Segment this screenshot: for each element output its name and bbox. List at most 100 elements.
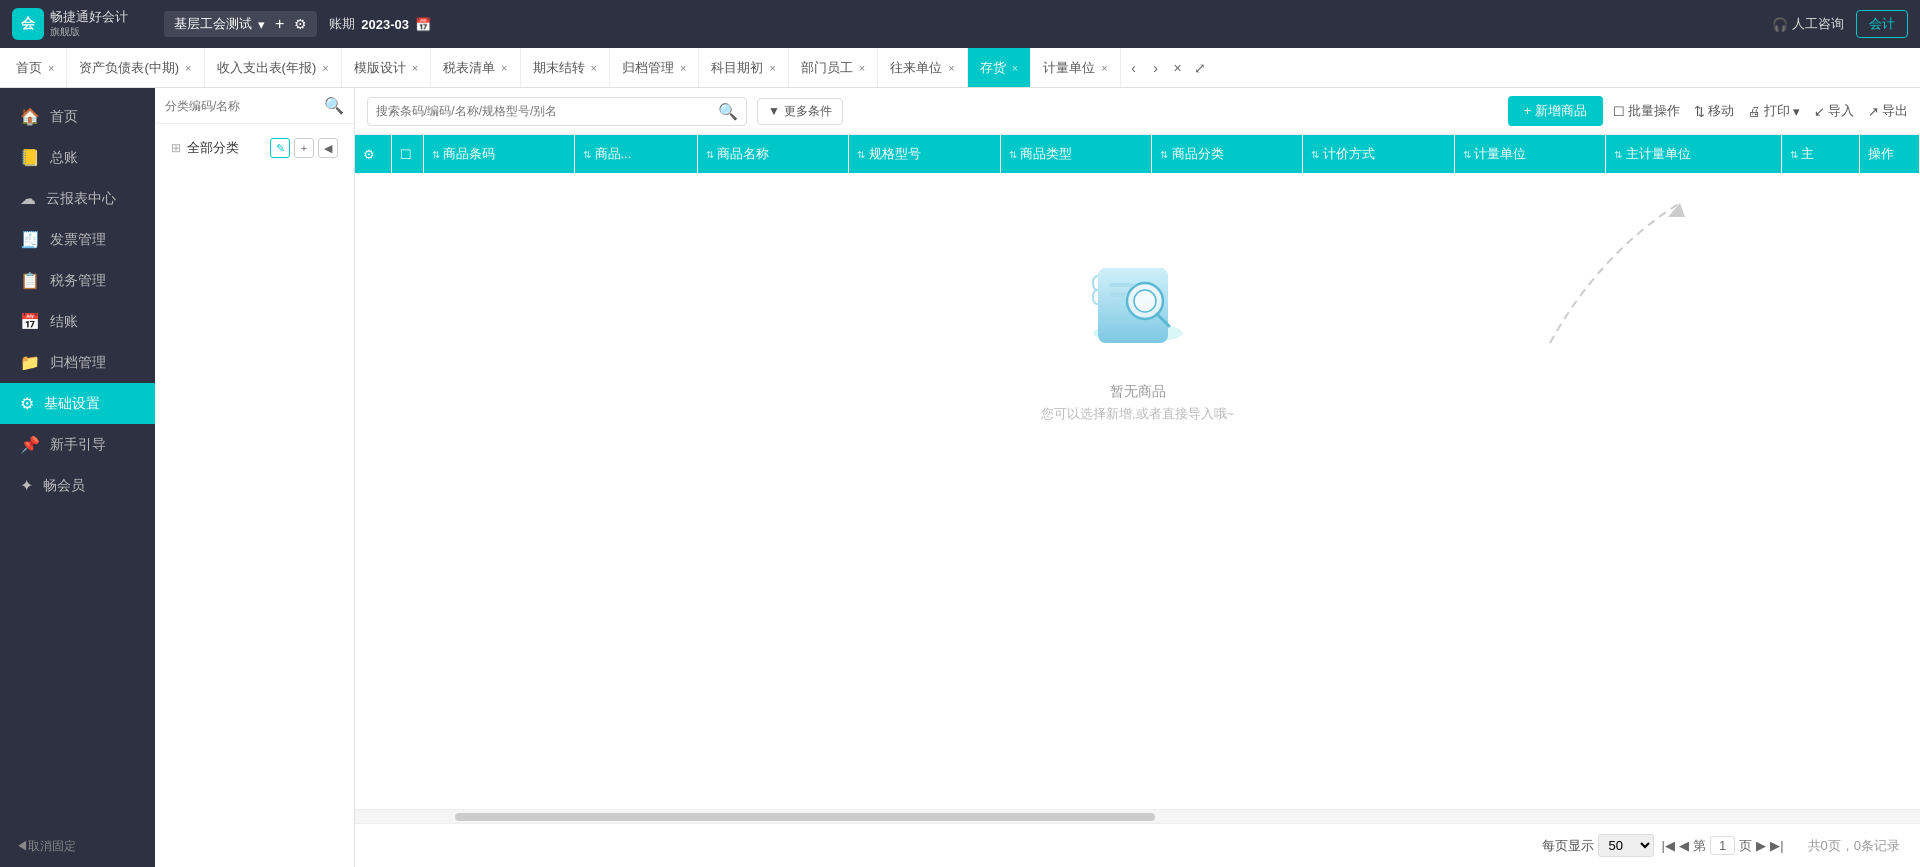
sidebar-item-archive[interactable]: 📁 归档管理 — [0, 342, 155, 383]
tab-balance[interactable]: 资产负债表(中期) × — [67, 48, 204, 88]
expand-icon[interactable]: ⤢ — [1189, 57, 1211, 79]
sidebar-item-invoice[interactable]: 🧾 发票管理 — [0, 219, 155, 260]
filter-button[interactable]: ▼ 更多条件 — [757, 98, 843, 125]
dropdown-icon: ▾ — [258, 17, 265, 32]
app-sub: 旗舰版 — [50, 25, 128, 39]
th-checkbox[interactable]: ☐ — [391, 135, 423, 173]
sidebar-ledger-label: 总账 — [50, 149, 78, 167]
cloud-icon: ☁ — [20, 189, 36, 208]
account-button[interactable]: 会计 — [1856, 10, 1908, 38]
tab-income[interactable]: 收入支出表(年报) × — [205, 48, 342, 88]
tab-balance-close[interactable]: × — [185, 62, 191, 74]
print-dropdown-icon: ▾ — [1793, 104, 1800, 119]
tab-inventory-close[interactable]: × — [1012, 62, 1018, 74]
home-icon: 🏠 — [20, 107, 40, 126]
tab-tax-label: 税表清单 — [443, 59, 495, 77]
current-page-input[interactable]: 1 — [1710, 836, 1735, 855]
category-search-input[interactable] — [165, 99, 318, 113]
filter-label: 更多条件 — [784, 103, 832, 120]
pagination: 每页显示 10 20 50 100 |◀ ◀ 第 1 页 — [355, 823, 1920, 867]
empty-image-svg — [1073, 233, 1203, 363]
page-navigation: |◀ ◀ 第 1 页 ▶ ▶| — [1662, 836, 1784, 855]
move-button[interactable]: ⇅ 移动 — [1694, 102, 1734, 120]
settings-icon[interactable]: ⚙ — [294, 16, 307, 32]
export-label: 导出 — [1882, 102, 1908, 120]
horizontal-scrollbar[interactable] — [355, 809, 1920, 823]
tab-archive[interactable]: 归档管理 × — [610, 48, 699, 88]
tab-inventory[interactable]: 存货 × — [968, 48, 1031, 88]
last-page-button[interactable]: ▶| — [1770, 838, 1783, 853]
product-search-input[interactable] — [376, 104, 712, 118]
tab-income-close[interactable]: × — [322, 62, 328, 74]
tab-subject[interactable]: 科目期初 × — [699, 48, 788, 88]
tab-unit-close[interactable]: × — [1101, 62, 1107, 74]
add-icon[interactable]: + — [275, 15, 284, 33]
tab-period[interactable]: 期末结转 × — [521, 48, 610, 88]
tab-archive-close[interactable]: × — [680, 62, 686, 74]
tab-partner-close[interactable]: × — [948, 62, 954, 74]
archive-icon: 📁 — [20, 353, 40, 372]
company-tab[interactable]: 基层工会测试 ▾ + ⚙ — [164, 11, 317, 37]
total-records-label: 共0页，0条记录 — [1808, 837, 1900, 855]
tab-tax[interactable]: 税表清单 × — [431, 48, 520, 88]
sidebar-item-member[interactable]: ✦ 畅会员 — [0, 465, 155, 506]
tab-template[interactable]: 模版设计 × — [342, 48, 431, 88]
prev-page-button[interactable]: ◀ — [1679, 838, 1689, 853]
import-button[interactable]: ↙ 导入 — [1814, 102, 1854, 120]
tab-partner[interactable]: 往来单位 × — [878, 48, 967, 88]
print-icon: 🖨 — [1748, 104, 1761, 119]
edit-category-button[interactable]: ✎ — [270, 138, 290, 158]
new-product-button[interactable]: + 新增商品 — [1508, 96, 1603, 126]
calendar-icon[interactable]: 📅 — [415, 17, 431, 32]
per-page-label: 每页显示 — [1542, 837, 1594, 855]
sidebar-report-label: 云报表中心 — [46, 190, 116, 208]
sidebar-item-ledger[interactable]: 📒 总账 — [0, 137, 155, 178]
table-header-row: ⚙ ☐ ⇅ 商品条码 ⇅ 商品... ⇅ 商品名称 ⇅ 规格型号 ⇅ 商品类型 … — [355, 135, 1920, 173]
add-category-button[interactable]: + — [294, 138, 314, 158]
scrollbar-thumb[interactable] — [455, 813, 1155, 821]
tab-home-close[interactable]: × — [48, 62, 54, 74]
tab-template-close[interactable]: × — [412, 62, 418, 74]
sidebar-item-report[interactable]: ☁ 云报表中心 — [0, 178, 155, 219]
scroll-right-icon[interactable]: › — [1145, 57, 1167, 79]
tab-dept-close[interactable]: × — [859, 62, 865, 74]
search-icon[interactable]: 🔍 — [324, 96, 344, 115]
logo-icon: 会 — [12, 8, 44, 40]
tab-archive-label: 归档管理 — [622, 59, 674, 77]
tab-period-label: 期末结转 — [533, 59, 585, 77]
collapse-panel-button[interactable]: ◀ — [318, 138, 338, 158]
company-name: 基层工会测试 — [174, 15, 252, 33]
tab-unit[interactable]: 计量单位 × — [1031, 48, 1120, 88]
tab-balance-label: 资产负债表(中期) — [79, 59, 179, 77]
consult-button[interactable]: 🎧 人工咨询 — [1772, 15, 1844, 33]
sidebar-guide-label: 新手引导 — [50, 436, 106, 454]
first-page-button[interactable]: |◀ — [1662, 838, 1675, 853]
tab-dept[interactable]: 部门员工 × — [789, 48, 878, 88]
sidebar-item-close[interactable]: 📅 结账 — [0, 301, 155, 342]
per-page-dropdown[interactable]: 10 20 50 100 — [1598, 834, 1654, 857]
search-submit-icon[interactable]: 🔍 — [718, 102, 738, 121]
settings-icon: ⚙ — [20, 394, 34, 413]
scroll-left-icon[interactable]: ‹ — [1123, 57, 1145, 79]
print-button[interactable]: 🖨 打印 ▾ — [1748, 102, 1800, 120]
tab-period-close[interactable]: × — [591, 62, 597, 74]
batch-button[interactable]: ☐ 批量操作 — [1613, 102, 1680, 120]
sidebar-close-label: 结账 — [50, 313, 78, 331]
sidebar-item-tax[interactable]: 📋 税务管理 — [0, 260, 155, 301]
svg-rect-7 — [1109, 283, 1134, 287]
export-button[interactable]: ↗ 导出 — [1868, 102, 1908, 120]
tab-home[interactable]: 首页 × — [4, 48, 67, 88]
unpin-button[interactable]: ◀取消固定 — [0, 826, 155, 867]
sidebar-item-guide[interactable]: 📌 新手引导 — [0, 424, 155, 465]
next-page-button[interactable]: ▶ — [1756, 838, 1766, 853]
close-all-icon[interactable]: × — [1167, 57, 1189, 79]
sidebar-item-basic[interactable]: ⚙ 基础设置 — [0, 383, 155, 424]
page-prefix-label: 第 — [1693, 837, 1706, 855]
sidebar-item-home[interactable]: 🏠 首页 — [0, 96, 155, 137]
category-all[interactable]: ⊞ 全部分类 ✎ + ◀ — [163, 132, 346, 164]
th-settings[interactable]: ⚙ — [355, 135, 391, 173]
tab-subject-close[interactable]: × — [769, 62, 775, 74]
per-page-select: 每页显示 10 20 50 100 — [1542, 834, 1654, 857]
move-label: 移动 — [1708, 102, 1734, 120]
tab-tax-close[interactable]: × — [501, 62, 507, 74]
